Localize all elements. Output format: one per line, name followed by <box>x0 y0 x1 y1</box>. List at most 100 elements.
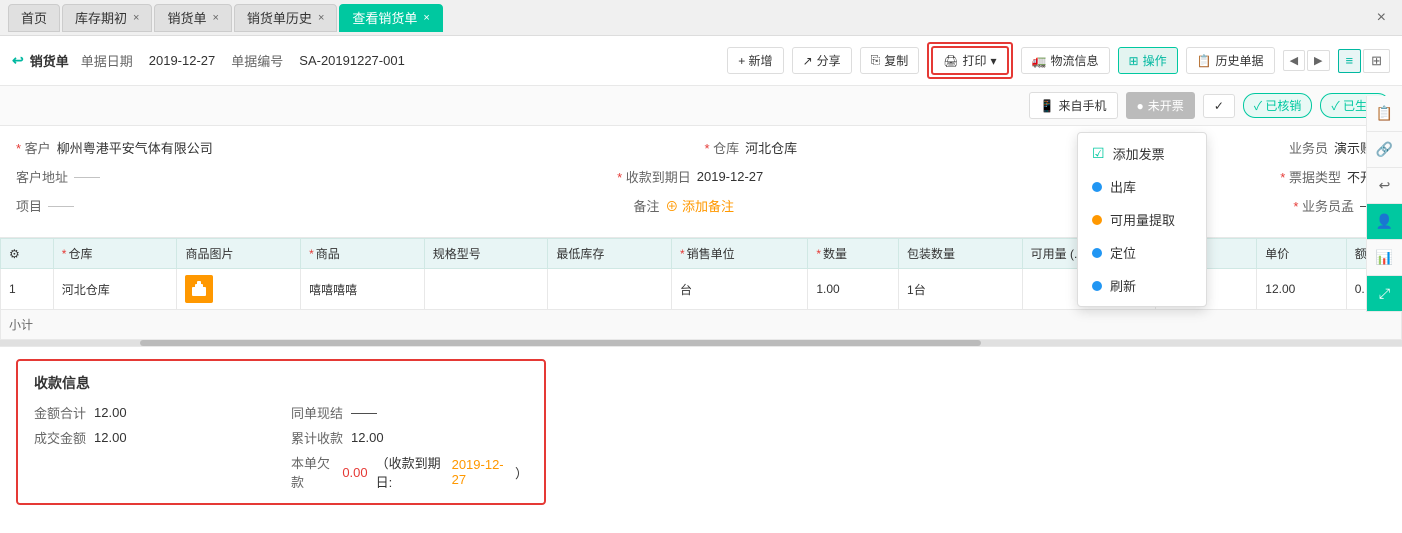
subtotal-row: 小计 <box>1 310 1402 340</box>
project-value[interactable]: —— <box>48 198 74 213</box>
tab-view-close-icon[interactable]: × <box>423 12 429 24</box>
nav-arrows: ◀ ▶ <box>1283 50 1330 71</box>
dropdown-refresh[interactable]: 刷新 <box>1078 269 1206 302</box>
list-view-button[interactable]: ≡ <box>1338 49 1362 73</box>
remark-label: 备注 <box>633 196 659 215</box>
ticket-type-label: 票据类型 <box>1280 167 1341 186</box>
available-qty-label: 可用量提取 <box>1110 210 1175 229</box>
right-icon-chart[interactable]: 📊 <box>1367 240 1402 276</box>
not-open-icon: ● <box>1137 99 1144 113</box>
payment-row-cumulative: 累计收款 12.00 <box>291 428 528 447</box>
logistics-icon: 🚛 <box>1032 54 1047 68</box>
dropdown-add-invoice[interactable]: ☑ 添加发票 <box>1078 137 1206 170</box>
grid-view-button[interactable]: ⊞ <box>1363 49 1390 73</box>
history-icon: 📋 <box>1197 54 1212 68</box>
print-button[interactable]: 🖨 打印 ▾ <box>931 46 1008 75</box>
logistics-label: 物流信息 <box>1051 52 1099 69</box>
share-button[interactable]: ↗ 分享 <box>792 47 852 74</box>
from-mobile-button[interactable]: 📱 来自手机 <box>1029 92 1118 119</box>
owed-value: 0.00 <box>342 465 367 480</box>
confirm-icon2: ✓ <box>1254 99 1262 113</box>
number-value: SA-20191227-001 <box>299 53 405 68</box>
cumulative-label: 累计收款 <box>291 428 343 447</box>
dropdown-available-qty[interactable]: 可用量提取 <box>1078 203 1206 236</box>
warehouse-out-icon <box>1092 182 1102 192</box>
total-label: 金额合计 <box>34 403 86 422</box>
right-icons-panel: 📋 🔗 ↩ 👤 📊 ⤢ <box>1366 96 1402 312</box>
th-quantity: *数量 <box>808 239 899 269</box>
confirm-badge: ✓ 已核销 <box>1243 93 1313 118</box>
dropdown-warehouse-out[interactable]: 出库 <box>1078 170 1206 203</box>
right-icon-link[interactable]: 🔗 <box>1367 132 1402 168</box>
history-label: 历史单据 <box>1216 52 1264 69</box>
print-dropdown-icon: ▾ <box>991 54 997 68</box>
close-all-tabs-button[interactable]: × <box>1369 9 1394 27</box>
not-open-button[interactable]: ● 未开票 <box>1126 92 1195 119</box>
doc-toolbar: ↩ 销货单 单据日期 2019-12-27 单据编号 SA-20191227-0… <box>0 36 1402 86</box>
tab-sales-close-icon[interactable]: × <box>212 12 218 24</box>
address-field: 客户地址 —— <box>16 167 100 186</box>
th-warehouse: *仓库 <box>53 239 177 269</box>
address-label: 客户地址 <box>16 167 68 186</box>
share-label: 分享 <box>817 52 841 69</box>
print-button-wrapper: 🖨 打印 ▾ <box>927 42 1012 79</box>
tab-sales-history[interactable]: 销货单历史 × <box>234 4 337 32</box>
history-button[interactable]: 📋 历史单据 <box>1186 47 1275 74</box>
th-unit-price: 单价 <box>1257 239 1346 269</box>
available-qty-icon <box>1092 215 1102 225</box>
product-image <box>185 275 213 303</box>
prev-button[interactable]: ◀ <box>1283 50 1305 71</box>
owed-suffix: （收款到期日: <box>376 453 444 491</box>
doc-icon: ↩ <box>12 52 24 69</box>
warehouse-value[interactable]: 河北仓库 <box>745 138 797 157</box>
locate-icon <box>1092 248 1102 258</box>
copy-button[interactable]: ⎘ 复制 <box>860 47 920 74</box>
not-open-label: 未开票 <box>1148 97 1184 114</box>
view-toggle: ≡ ⊞ <box>1338 49 1391 73</box>
th-sales-unit: *销售单位 <box>672 239 808 269</box>
dropdown-locate[interactable]: 定位 <box>1078 236 1206 269</box>
right-icon-clipboard[interactable]: 📋 <box>1367 96 1402 132</box>
payment-row-deal: 成交金额 12.00 <box>34 428 271 447</box>
print-highlight-box: 🖨 打印 ▾ <box>927 42 1012 79</box>
action-row: 📱 来自手机 ● 未开票 ✓ ✓ 已核销 ✓ 已生效 <box>0 86 1402 126</box>
same-settle-value: —— <box>351 405 377 420</box>
content-area: ↩ 销货单 单据日期 2019-12-27 单据编号 SA-20191227-0… <box>0 36 1402 533</box>
logistics-button[interactable]: 🚛 物流信息 <box>1021 47 1110 74</box>
tab-inventory-init[interactable]: 库存期初 × <box>62 4 152 32</box>
add-icon: ⊕ <box>665 199 678 214</box>
dropdown-menu: ☑ 添加发票 出库 可用量提取 定位 刷新 <box>1077 132 1207 307</box>
tab-home[interactable]: 首页 <box>8 4 60 32</box>
tab-view-sales[interactable]: 查看销货单 × <box>339 4 442 32</box>
th-min-stock: 最低库存 <box>548 239 672 269</box>
tab-inventory-close-icon[interactable]: × <box>133 12 139 24</box>
confirm-icon-btn[interactable]: ✓ <box>1203 94 1235 118</box>
payment-date-value[interactable]: 2019-12-27 <box>697 169 764 184</box>
tab-history-close-icon[interactable]: × <box>318 12 324 24</box>
row-num: 1 <box>1 269 54 310</box>
new-button[interactable]: + 新增 <box>727 47 783 74</box>
th-settings[interactable]: ⚙ <box>1 239 54 269</box>
right-icon-expand[interactable]: ⤢ <box>1367 276 1402 312</box>
scroll-indicator[interactable] <box>0 340 1402 346</box>
tab-sales-label: 销货单 <box>167 8 206 27</box>
copy-label: 复制 <box>884 52 908 69</box>
right-icon-return[interactable]: ↩ <box>1367 168 1402 204</box>
effect-icon: ✓ <box>1331 99 1339 113</box>
operations-button[interactable]: ⊞ 操作 <box>1118 47 1178 74</box>
right-icon-user[interactable]: 👤 <box>1367 204 1402 240</box>
add-remark-btn[interactable]: ⊕ 添加备注 <box>665 196 734 215</box>
refresh-label: 刷新 <box>1110 276 1136 295</box>
th-pack-qty: 包装数量 <box>899 239 1023 269</box>
address-value[interactable]: —— <box>74 169 100 184</box>
next-button[interactable]: ▶ <box>1307 50 1329 71</box>
tab-bar: 首页 库存期初 × 销货单 × 销货单历史 × 查看销货单 × × <box>0 0 1402 36</box>
doc-title-text: 销货单 <box>30 51 69 70</box>
tab-sales-order[interactable]: 销货单 × <box>154 4 231 32</box>
customer-value[interactable]: 柳州粤港平安气体有限公司 <box>57 138 213 157</box>
subtotal-label: 小计 <box>1 310 1402 340</box>
th-product: *商品 <box>301 239 425 269</box>
deal-value: 12.00 <box>94 430 127 445</box>
total-value: 12.00 <box>94 405 127 420</box>
same-settle-label: 同单现结 <box>291 403 343 422</box>
